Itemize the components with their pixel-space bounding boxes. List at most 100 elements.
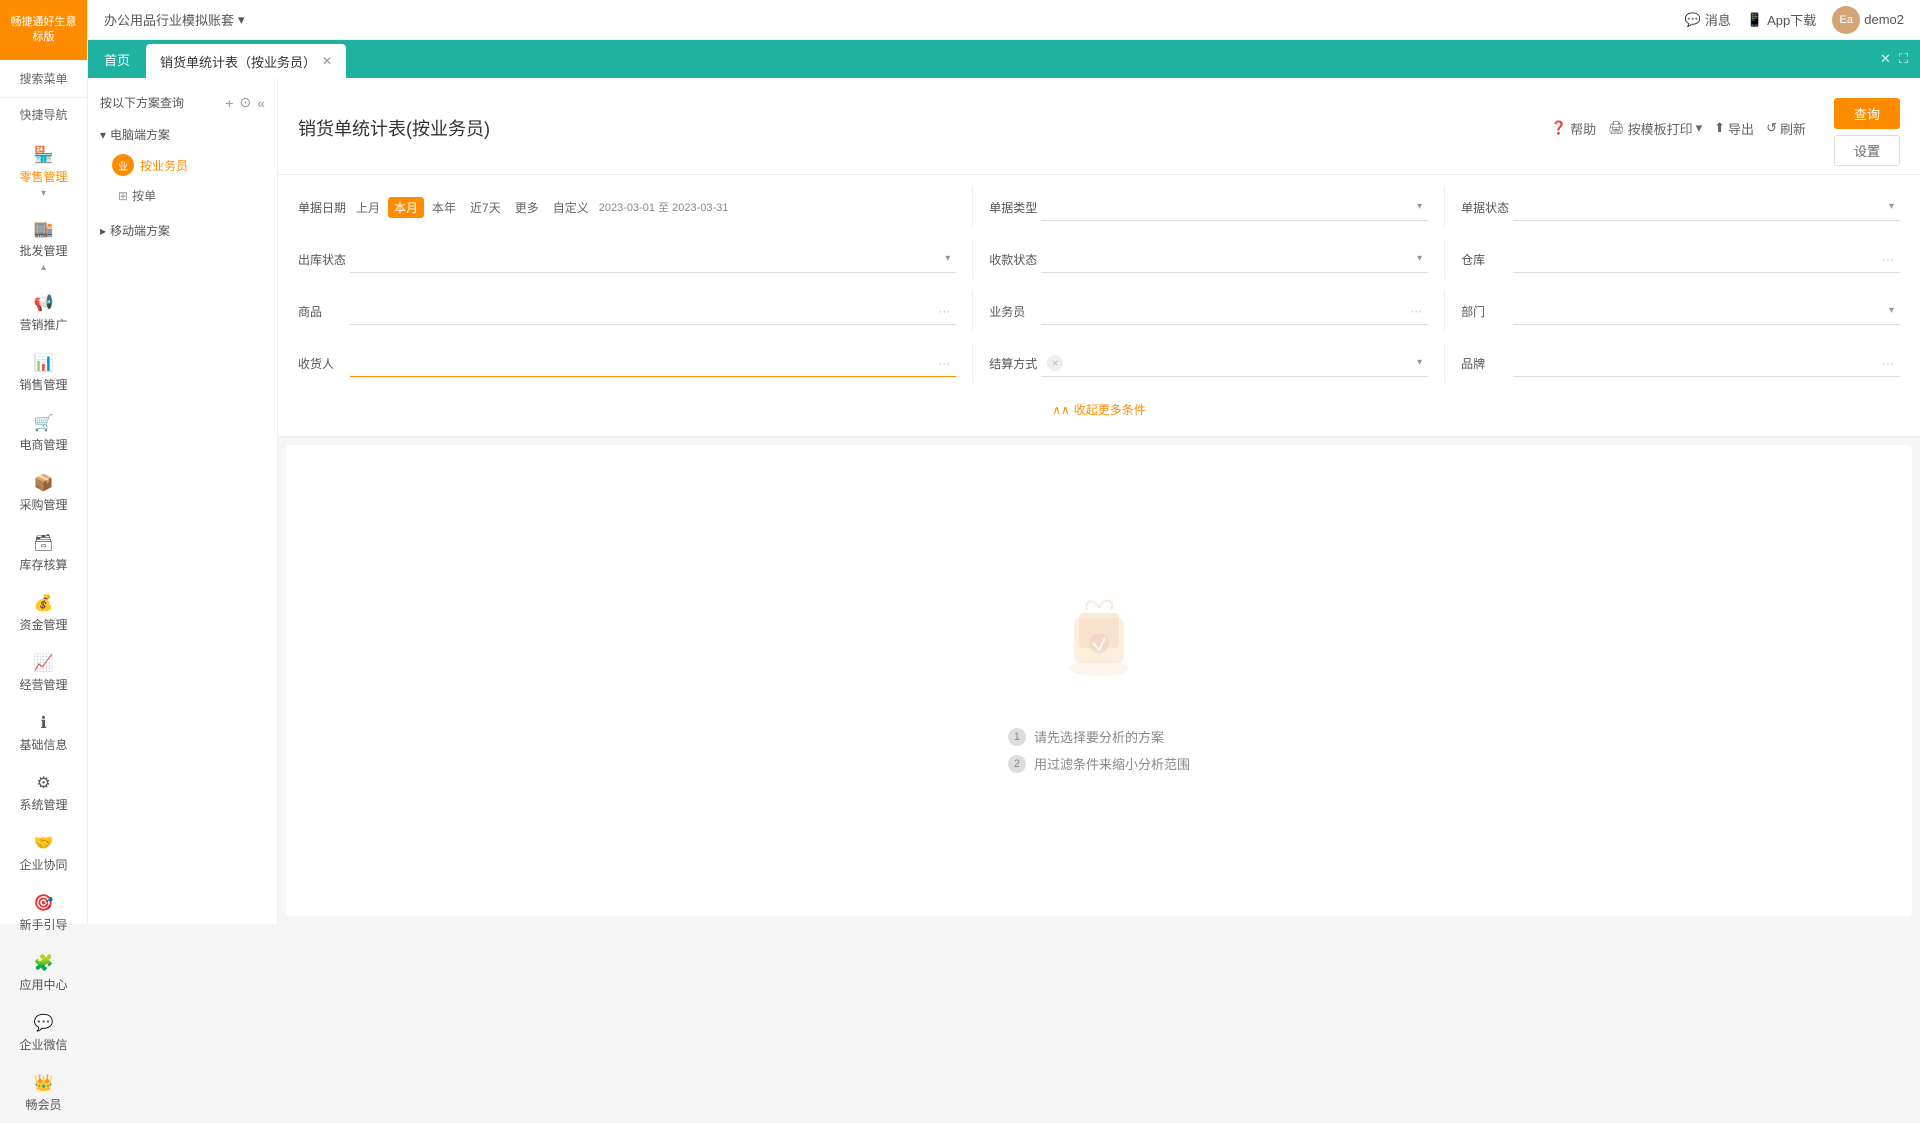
date-tab-more[interactable]: 更多 xyxy=(509,197,545,218)
out-status-control[interactable]: ▾ xyxy=(350,245,956,273)
date-tab-custom[interactable]: 自定义 xyxy=(547,197,595,218)
scheme-sub-order-label: 按单 xyxy=(132,187,156,204)
scheme-item-by-salesman[interactable]: 业 按业务员 xyxy=(88,148,277,182)
export-label: 导出 xyxy=(1728,119,1754,138)
filter-row-4: 收货人 ··· 结算方式 × ▾ xyxy=(298,343,1900,383)
message-icon: 💬 xyxy=(1685,12,1701,28)
user-area[interactable]: Ea demo2 xyxy=(1832,6,1904,34)
sidebar-item-basic[interactable]: ℹ 基础信息 xyxy=(0,703,87,763)
sidebar-search-menu[interactable]: 搜索菜单 xyxy=(0,60,87,98)
page-actions: ❓ 帮助 🖨 按模板打印 ▾ ⬆ 导出 ↺ xyxy=(1551,119,1806,138)
salesman-control[interactable]: ··· xyxy=(1041,297,1428,325)
edit-scheme-icon[interactable]: ⊙ xyxy=(239,94,251,111)
member-icon: 👑 xyxy=(34,1073,54,1093)
tab-sales-stat[interactable]: 销货单统计表（按业务员） ✕ xyxy=(146,44,346,78)
query-button[interactable]: 查询 xyxy=(1834,98,1900,129)
add-scheme-icon[interactable]: + xyxy=(225,95,233,111)
desktop-scheme-label: 电脑端方案 xyxy=(110,126,170,143)
doc-status-control[interactable]: ▾ xyxy=(1513,193,1900,221)
tab-close-icon[interactable]: ✕ xyxy=(322,54,332,68)
goods-dots-icon: ··· xyxy=(938,304,950,318)
settings-button[interactable]: 设置 xyxy=(1834,135,1900,166)
mobile-scheme-title[interactable]: ▸ 移动端方案 xyxy=(88,217,277,244)
sidebar-logo: 畅捷通好生意 标版 xyxy=(0,0,87,60)
date-tabs: 上月 本月 本年 近7天 更多 自定义 xyxy=(350,197,595,218)
sidebar-item-marketing[interactable]: 📢 营销推广 xyxy=(0,283,87,343)
account-name: 办公用品行业模拟账套 xyxy=(104,10,234,29)
sidebar-item-newcomer[interactable]: 🎯 新手引导 xyxy=(0,883,87,943)
scheme-sub-by-order[interactable]: ⊞ 按单 xyxy=(88,182,277,209)
doc-status-label: 单据状态 xyxy=(1461,199,1513,216)
sidebar-quick-nav[interactable]: 快捷导航 xyxy=(0,98,87,131)
sidebar-item-purchase-label: 采购管理 xyxy=(19,496,67,513)
doc-type-control[interactable]: ▾ xyxy=(1041,193,1428,221)
account-arrow-icon: ▾ xyxy=(238,12,245,28)
filter-doc-type: 单据类型 ▾ xyxy=(989,193,1428,221)
receiver-input[interactable] xyxy=(356,356,938,370)
date-range-text: 2023-03-01 至 2023-03-31 xyxy=(599,199,729,215)
goods-control[interactable]: ··· xyxy=(350,297,956,325)
divider-4 xyxy=(1444,239,1445,279)
content-area: 按以下方案查询 + ⊙ « ▾ 电脑端方案 业 按业务员 ⊞ 按 xyxy=(88,78,1920,924)
messages-btn[interactable]: 💬 消息 xyxy=(1685,10,1731,29)
sidebar-item-finance[interactable]: 💰 资金管理 xyxy=(0,583,87,643)
print-action[interactable]: 🖨 按模板打印 ▾ xyxy=(1608,119,1702,138)
tab-close-window-icon[interactable]: ✕ xyxy=(1880,51,1891,67)
empty-hints: 1 请先选择要分析的方案 2 用过滤条件来缩小分析范围 xyxy=(1008,727,1190,773)
date-tab-this-month[interactable]: 本月 xyxy=(388,197,424,218)
divider-3 xyxy=(972,239,973,279)
receiver-control[interactable]: ··· xyxy=(350,349,956,377)
sidebar-item-inventory[interactable]: 🗃 库存核算 xyxy=(0,523,87,583)
date-tab-last-month[interactable]: 上月 xyxy=(350,197,386,218)
sidebar-item-apps-label: 应用中心 xyxy=(19,976,67,993)
enterprise-icon: 🤝 xyxy=(34,833,54,853)
sidebar-item-system[interactable]: ⚙ 系统管理 xyxy=(0,763,87,823)
sidebar-item-ecommerce[interactable]: 🛒 电商管理 xyxy=(0,403,87,463)
sidebar-item-wholesale[interactable]: 🏬 批发管理 ▴ xyxy=(0,209,87,283)
main-area: 办公用品行业模拟账套 ▾ 💬 消息 📱 App下载 Ea demo2 首页 销货… xyxy=(88,0,1920,924)
sidebar-item-sales-label: 销售管理 xyxy=(19,376,67,393)
warehouse-control[interactable]: ··· xyxy=(1513,245,1900,273)
collapse-panel-icon[interactable]: « xyxy=(257,95,265,111)
sidebar-item-purchase[interactable]: 📦 采购管理 xyxy=(0,463,87,523)
refresh-label: 刷新 xyxy=(1780,119,1806,138)
brand-control[interactable]: ··· xyxy=(1513,349,1900,377)
receipt-status-control[interactable]: ▾ xyxy=(1041,245,1428,273)
help-label: 帮助 xyxy=(1570,119,1596,138)
sidebar-item-sales[interactable]: 📊 销售管理 xyxy=(0,343,87,403)
account-dropdown[interactable]: 办公用品行业模拟账套 ▾ xyxy=(104,10,245,29)
sidebar-item-member[interactable]: 👑 畅会员 xyxy=(0,1063,87,1123)
sidebar-item-enterprise[interactable]: 🤝 企业协同 xyxy=(0,823,87,883)
retail-icon: 🏪 xyxy=(34,145,54,165)
date-tab-this-year[interactable]: 本年 xyxy=(426,197,462,218)
export-icon: ⬆ xyxy=(1714,120,1725,136)
sidebar-item-operations[interactable]: 📈 经营管理 xyxy=(0,643,87,703)
help-action[interactable]: ❓ 帮助 xyxy=(1551,119,1596,138)
sidebar-item-retail[interactable]: 🏪 零售管理 ▾ xyxy=(0,135,87,209)
right-panel: 销货单统计表(按业务员) ❓ 帮助 🖨 按模板打印 ▾ ⬆ xyxy=(278,78,1920,924)
app-download-btn[interactable]: 📱 App下载 xyxy=(1747,10,1816,29)
left-panel-icons: + ⊙ « xyxy=(225,94,265,111)
receiver-dots-icon: ··· xyxy=(938,356,950,370)
date-tab-last-7days[interactable]: 近7天 xyxy=(464,197,507,218)
app-download-label: App下载 xyxy=(1767,10,1816,29)
filter-goods: 商品 ··· xyxy=(298,297,956,325)
payment-control[interactable]: × ▾ xyxy=(1041,349,1428,377)
payment-clear-icon[interactable]: × xyxy=(1047,355,1063,371)
goods-label: 商品 xyxy=(298,303,350,320)
desktop-scheme-title[interactable]: ▾ 电脑端方案 xyxy=(88,121,277,148)
export-action[interactable]: ⬆ 导出 xyxy=(1714,119,1754,138)
dept-control[interactable]: ▾ xyxy=(1513,297,1900,325)
tab-maximize-icon[interactable]: ⛶ xyxy=(1899,51,1908,67)
brand-label: 品牌 xyxy=(1461,355,1513,372)
filter-receiver: 收货人 ··· xyxy=(298,349,956,377)
refresh-action[interactable]: ↺ 刷新 xyxy=(1766,119,1806,138)
sidebar-item-newcomer-label: 新手引导 xyxy=(19,916,67,933)
collapse-filters-btn[interactable]: ∧∧ 收起更多条件 xyxy=(298,395,1900,424)
purchase-icon: 📦 xyxy=(34,473,54,493)
help-icon: ❓ xyxy=(1551,120,1567,136)
tab-home[interactable]: 首页 xyxy=(88,40,146,78)
mobile-icon: 📱 xyxy=(1747,12,1763,28)
sidebar-item-wechat[interactable]: 💬 企业微信 xyxy=(0,1003,87,1063)
sidebar-item-apps[interactable]: 🧩 应用中心 xyxy=(0,943,87,1003)
